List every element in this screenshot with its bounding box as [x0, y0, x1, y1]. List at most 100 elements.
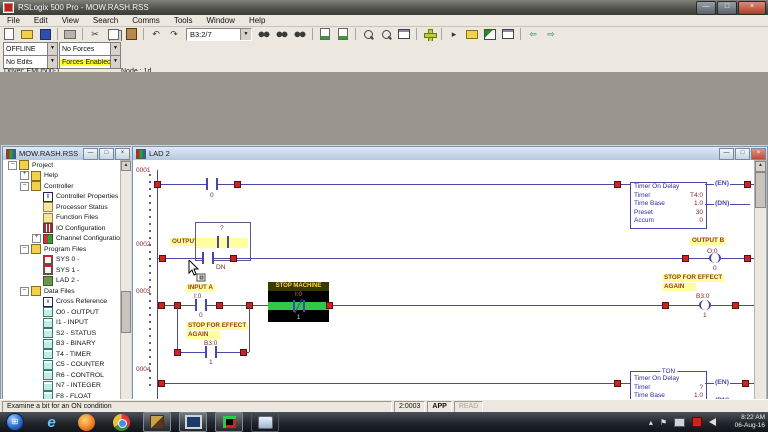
xic-contact[interactable] — [206, 178, 218, 190]
navigate-back-button[interactable]: ⇦ — [525, 27, 541, 41]
network-icon[interactable] — [674, 417, 685, 427]
save-button[interactable] — [37, 27, 53, 41]
rslinx-tray-icon[interactable] — [692, 417, 702, 427]
tree-item-processor-status[interactable]: Processor Status — [4, 202, 120, 213]
open-file-button[interactable] — [19, 27, 35, 41]
cut-button[interactable]: ✂ — [87, 27, 103, 41]
copy-button[interactable] — [105, 27, 121, 41]
firefox-icon[interactable] — [78, 413, 95, 431]
taskbar-app-explorer[interactable] — [251, 412, 279, 432]
selection-handle[interactable] — [234, 181, 241, 188]
tree-item-cross-reference[interactable]: x Cross Reference — [4, 296, 120, 308]
selection-handle[interactable] — [732, 302, 739, 309]
paste-button[interactable] — [123, 27, 139, 41]
xic-contact[interactable] — [205, 346, 217, 358]
advanced-find-button[interactable] — [292, 27, 308, 41]
selection-handle[interactable] — [159, 255, 166, 262]
menu-search[interactable]: Search — [86, 16, 125, 25]
ladder-maximize-button[interactable]: □ — [735, 148, 750, 160]
taskbar-clock[interactable]: 8:22 AM 06-Aug-16 — [735, 414, 765, 430]
new-component-button[interactable] — [421, 27, 437, 42]
find-button[interactable] — [256, 27, 272, 41]
tree-item-c5-counter[interactable]: C5 - COUNTER — [4, 359, 120, 371]
spinner-icon[interactable]: ▼ — [47, 56, 57, 68]
collapse-icon[interactable]: – — [8, 160, 17, 170]
verify-project-button[interactable] — [335, 27, 351, 41]
ladder-close-button[interactable]: × — [751, 148, 766, 160]
tree-item-sys-0[interactable]: SYS 0 - — [4, 254, 120, 266]
tree-maximize-button[interactable]: □ — [99, 148, 114, 160]
selection-handle[interactable] — [230, 255, 237, 262]
dropdown-arrow-icon[interactable]: ▼ — [240, 28, 251, 40]
volume-icon[interactable] — [709, 418, 716, 426]
tree-item-b3-binary[interactable]: B3 - BINARY — [4, 338, 120, 350]
tree-item-project[interactable]: – Project — [4, 160, 120, 171]
taskbar-app-emulator[interactable] — [215, 412, 243, 432]
tree-item-t4-timer[interactable]: T4 - TIMER — [4, 349, 120, 360]
trend-button[interactable] — [482, 27, 498, 41]
selection-handle[interactable] — [744, 181, 751, 188]
tree-close-button[interactable]: × — [115, 148, 130, 160]
tree-item-sys-1[interactable]: SYS 1 - — [4, 265, 120, 276]
tree-item-data-files[interactable]: – Data Files — [4, 286, 120, 297]
tree-item-io-configuration[interactable]: IO Configuration — [4, 223, 120, 234]
menu-tools[interactable]: Tools — [167, 16, 200, 25]
tree-item-i1-input[interactable]: I1 - INPUT — [4, 317, 120, 329]
tree-item-controller[interactable]: – Controller — [4, 181, 120, 192]
selection-handle[interactable] — [742, 380, 749, 387]
redo-button[interactable]: ↷ — [166, 27, 182, 41]
tree-vscrollbar[interactable]: ▲ ▼ — [120, 160, 132, 432]
minimize-button[interactable]: — — [696, 1, 716, 15]
tree-item-r6-control[interactable]: R6 - CONTROL — [4, 370, 120, 381]
tree-item-lad-2[interactable]: LAD 2 - — [4, 275, 120, 287]
action-center-flag-icon[interactable]: ⚑ — [660, 418, 667, 427]
collapse-icon[interactable]: – — [20, 181, 29, 191]
report-button[interactable] — [464, 27, 480, 41]
internet-explorer-icon[interactable]: e — [43, 414, 60, 431]
scroll-up-icon[interactable]: ▲ — [755, 161, 766, 172]
print-button[interactable] — [62, 27, 78, 41]
new-file-button[interactable] — [1, 27, 17, 41]
maximize-button[interactable]: □ — [717, 1, 737, 15]
properties-button[interactable] — [500, 27, 516, 41]
tree-item-help[interactable]: + Help — [4, 170, 120, 182]
forces-state-dropdown[interactable]: Forces Enabled ▼ — [59, 55, 121, 69]
selection-handle[interactable] — [326, 302, 333, 309]
menu-window[interactable]: Window — [200, 16, 242, 25]
run-button[interactable]: ▸ — [446, 27, 462, 41]
ote-coil[interactable] — [699, 300, 711, 310]
menu-view[interactable]: View — [55, 16, 86, 25]
xic-contact[interactable] — [195, 299, 207, 311]
rung-number[interactable]: 0001 — [136, 167, 150, 174]
navigate-forward-button[interactable]: ⇨ — [543, 27, 559, 41]
tree-item-controller-properties[interactable]: i Controller Properties — [4, 191, 120, 203]
selection-handle[interactable] — [240, 349, 247, 356]
ladder-vscrollbar[interactable]: ▲ ▼ — [754, 160, 767, 432]
zoom-out-button[interactable] — [378, 27, 394, 41]
menu-file[interactable]: File — [0, 16, 27, 25]
selection-handle[interactable] — [614, 380, 621, 387]
spinner-icon[interactable]: ▼ — [47, 43, 57, 55]
tree-item-program-files[interactable]: – Program Files — [4, 244, 120, 255]
tree-minimize-button[interactable]: — — [83, 148, 98, 160]
zoom-in-button[interactable] — [360, 27, 376, 41]
menu-edit[interactable]: Edit — [27, 16, 55, 25]
collapse-icon[interactable]: – — [20, 244, 29, 254]
menu-help[interactable]: Help — [242, 16, 272, 25]
forces-dropdown[interactable]: No Forces ▼ — [59, 42, 121, 56]
selection-handle[interactable] — [744, 255, 751, 262]
selected-xio-instruction[interactable]: STOP MACHINE I:0 1 — [268, 282, 329, 322]
scroll-up-icon[interactable]: ▲ — [121, 161, 131, 171]
ladder-vscroll-thumb[interactable] — [755, 172, 766, 208]
tree-item-n7-integer[interactable]: N7 - INTEGER — [4, 380, 120, 392]
spinner-icon[interactable]: ▼ — [110, 43, 120, 55]
expand-icon[interactable]: + — [20, 171, 29, 181]
close-button[interactable]: × — [738, 1, 766, 15]
spinner-icon[interactable]: ▼ — [110, 56, 120, 68]
ote-coil[interactable] — [709, 253, 721, 263]
selection-handle[interactable] — [614, 181, 621, 188]
mode-dropdown[interactable]: OFFLINE ▼ — [3, 42, 58, 56]
ladder-canvas[interactable]: 0001 0002 0003 0004 0005 0 Timer On Dela… — [134, 160, 766, 432]
select-window-button[interactable] — [396, 27, 412, 41]
selection-handle[interactable] — [154, 181, 161, 188]
